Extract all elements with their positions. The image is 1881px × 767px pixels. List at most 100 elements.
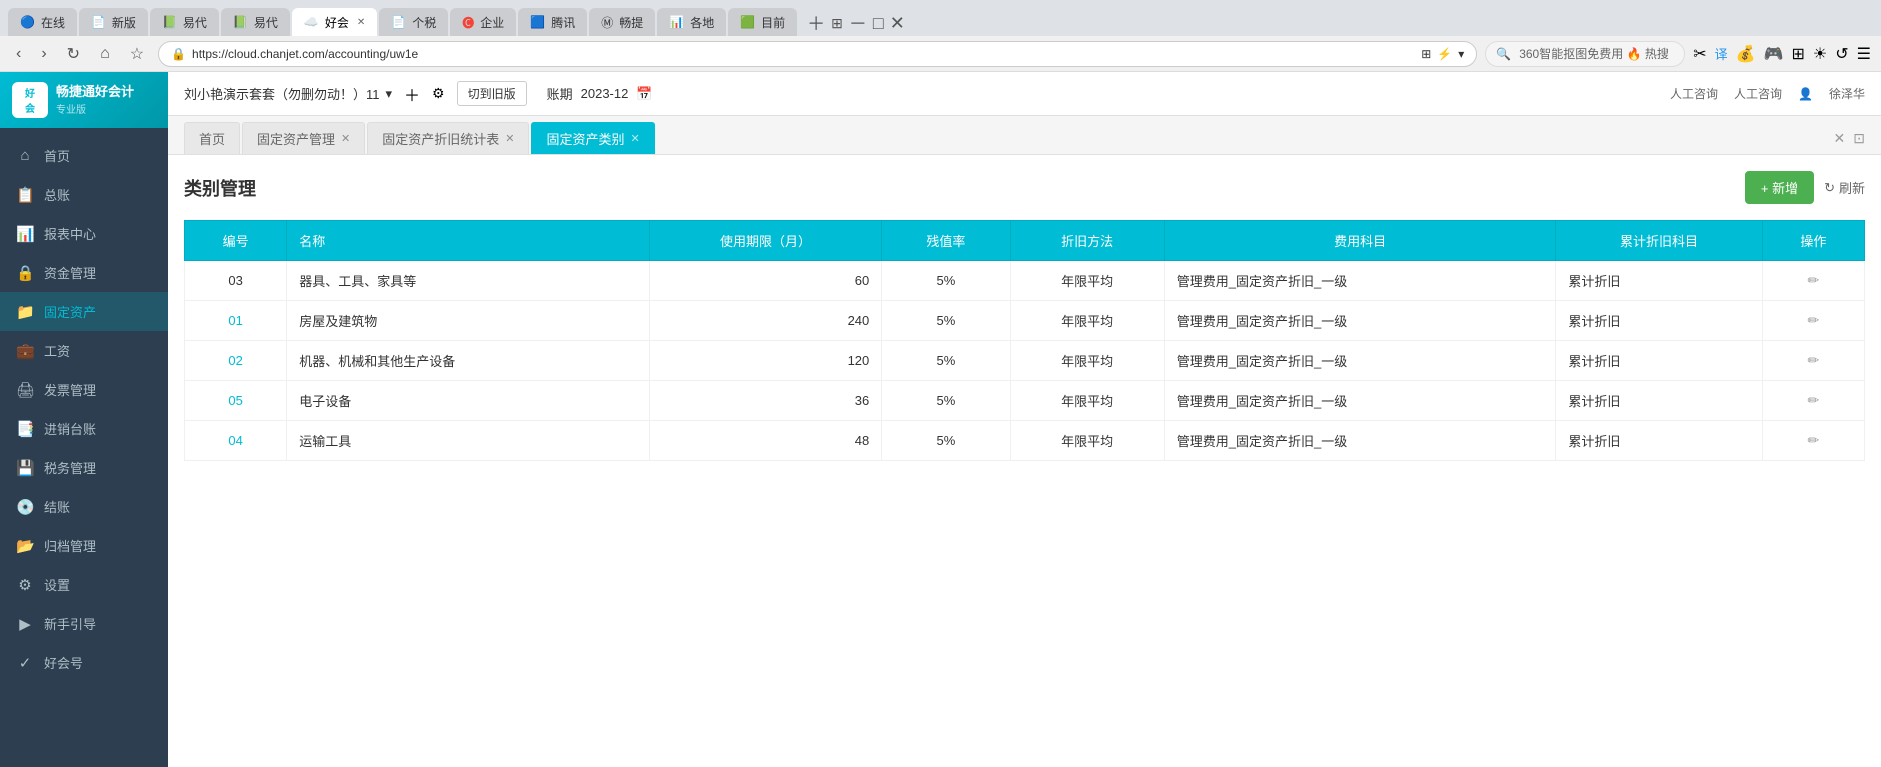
- sidebar-item-payroll[interactable]: 💼 工资: [0, 331, 168, 370]
- qr-icon[interactable]: ⊞: [1421, 47, 1431, 61]
- cell-rate: 5%: [882, 421, 1010, 461]
- edit-icon[interactable]: ✏: [1808, 272, 1820, 288]
- sidebar-item-account[interactable]: ✓ 好会号: [0, 643, 168, 682]
- cell-period: 48: [649, 421, 881, 461]
- sidebar-item-ledger[interactable]: 📋 总账: [0, 175, 168, 214]
- tab-tencent[interactable]: 🟦 腾讯: [518, 8, 587, 36]
- cell-accumulated: 累计折旧: [1556, 261, 1762, 301]
- sidebar-item-archive[interactable]: 📂 归档管理: [0, 526, 168, 565]
- page-tab-depreciation[interactable]: 固定资产折旧统计表 ✕: [367, 122, 529, 154]
- table-row: 02 机器、机械和其他生产设备 120 5% 年限平均 管理费用_固定资产折旧_…: [185, 341, 1865, 381]
- close-tab-category-icon[interactable]: ✕: [631, 132, 640, 145]
- sidebar-item-purchase[interactable]: 📑 进销台账: [0, 409, 168, 448]
- tab-gedi[interactable]: 📊 各地: [657, 8, 726, 36]
- menu-icon[interactable]: ⊞: [831, 15, 843, 32]
- coin-icon[interactable]: 💰: [1736, 44, 1756, 64]
- close-tab-depreciation-icon[interactable]: ✕: [505, 132, 514, 145]
- tab-yidai2[interactable]: 📗 易代: [221, 8, 290, 36]
- cell-name: 房屋及建筑物: [287, 301, 650, 341]
- tab-enterprise[interactable]: 🅒 企业: [450, 8, 516, 36]
- tab-online[interactable]: 🔵 在线: [8, 8, 77, 36]
- cell-accumulated: 累计折旧: [1556, 341, 1762, 381]
- home-button[interactable]: ⌂: [94, 43, 116, 65]
- cell-action: ✏: [1762, 421, 1864, 461]
- tab-hao[interactable]: ☁️ 好会 ✕: [292, 8, 377, 36]
- tab-yidai1[interactable]: 📗 易代: [150, 8, 219, 36]
- cell-rate: 5%: [882, 261, 1010, 301]
- reload-button[interactable]: ↻: [61, 42, 86, 66]
- add-button[interactable]: + 新增: [1745, 171, 1814, 204]
- grid-icon[interactable]: ⊞: [1792, 44, 1805, 64]
- sidebar-item-tax[interactable]: 💾 税务管理: [0, 448, 168, 487]
- search-placeholder: 360智能抠图免费用 🔥 热搜: [1519, 45, 1669, 62]
- sidebar-nav: ⌂ 首页 📋 总账 📊 报表中心 🔒 资金管理 📁 固定资产 💼 工资: [0, 128, 168, 767]
- close-window-icon[interactable]: ✕: [890, 13, 905, 34]
- expand-tabs-icon[interactable]: ⊡: [1853, 130, 1865, 147]
- scissors-icon[interactable]: ✂: [1693, 44, 1706, 64]
- calendar-icon[interactable]: 📅: [636, 86, 652, 102]
- dropdown-icon[interactable]: ▾: [1458, 47, 1464, 61]
- user-avatar: 👤: [1798, 87, 1813, 101]
- account-icon: ✓: [16, 654, 34, 672]
- sidebar-item-home[interactable]: ⌂ 首页: [0, 136, 168, 175]
- page-title: 类别管理: [184, 175, 256, 201]
- minimize-icon[interactable]: －: [849, 10, 867, 36]
- game-icon[interactable]: 🎮: [1764, 44, 1784, 64]
- sidebar-item-closing[interactable]: 💿 结账: [0, 487, 168, 526]
- settings-cog-icon[interactable]: ⚙: [432, 85, 445, 102]
- table-row: 05 电子设备 36 5% 年限平均 管理费用_固定资产折旧_一级 累计折旧 ✏: [185, 381, 1865, 421]
- add-tab-button[interactable]: ＋: [807, 10, 825, 36]
- sidebar-item-funds[interactable]: 🔒 资金管理: [0, 253, 168, 292]
- edit-icon[interactable]: ✏: [1808, 432, 1820, 448]
- page-tab-home[interactable]: 首页: [184, 122, 240, 154]
- translate-icon[interactable]: 译: [1715, 44, 1728, 63]
- close-tab-asset-mgmt-icon[interactable]: ✕: [341, 132, 350, 145]
- cell-accumulated: 累计折旧: [1556, 301, 1762, 341]
- boost-icon[interactable]: ⚡: [1437, 47, 1452, 61]
- search-icon: 🔍: [1496, 47, 1511, 61]
- purchase-icon: 📑: [16, 420, 34, 438]
- back-button[interactable]: ‹: [10, 43, 27, 65]
- maximize-icon[interactable]: □: [873, 13, 884, 34]
- sidebar-item-invoice[interactable]: 🖨 发票管理: [0, 370, 168, 409]
- tab-changti[interactable]: Ⓜ 畅提: [589, 8, 655, 36]
- refresh-button[interactable]: ↻ 刷新: [1824, 178, 1865, 197]
- tab-close-icon[interactable]: ✕: [357, 17, 365, 28]
- page-tab-asset-mgmt[interactable]: 固定资产管理 ✕: [242, 122, 365, 154]
- bookmark-button[interactable]: ☆: [124, 42, 150, 66]
- company-dropdown-icon[interactable]: ▾: [386, 86, 393, 102]
- period-value: 2023-12: [581, 86, 629, 101]
- tab-tax[interactable]: 📄 个税: [379, 8, 448, 36]
- address-text: https://cloud.chanjet.com/accounting/uw1…: [192, 47, 1415, 61]
- cell-action: ✏: [1762, 261, 1864, 301]
- undo-icon[interactable]: ↺: [1835, 44, 1848, 64]
- edit-icon[interactable]: ✏: [1808, 352, 1820, 368]
- tab-muqian[interactable]: 🟩 目前: [728, 8, 797, 36]
- cell-period: 60: [649, 261, 881, 301]
- sidebar-item-settings[interactable]: ⚙ 设置: [0, 565, 168, 604]
- page-tabs: 首页 固定资产管理 ✕ 固定资产折旧统计表 ✕ 固定资产类别 ✕ ✕ ⊡: [168, 116, 1881, 155]
- add-company-icon[interactable]: ＋: [404, 82, 420, 106]
- home-icon: ⌂: [16, 147, 34, 164]
- cell-method: 年限平均: [1010, 301, 1164, 341]
- settings-menu-icon: ⚙: [16, 576, 34, 594]
- close-all-tabs-icon[interactable]: ✕: [1834, 130, 1846, 147]
- cell-expense: 管理费用_固定资产折旧_一级: [1164, 341, 1556, 381]
- cell-accumulated: 累计折旧: [1556, 381, 1762, 421]
- sidebar-item-assets[interactable]: 📁 固定资产: [0, 292, 168, 331]
- table-header: 编号 名称 使用期限（月） 残值率 折旧方法 费用科目 累计折旧科目 操作: [185, 221, 1865, 261]
- service-label[interactable]: 人工咨询: [1670, 85, 1718, 102]
- sidebar-item-reports[interactable]: 📊 报表中心: [0, 214, 168, 253]
- page-tab-category[interactable]: 固定资产类别 ✕: [531, 122, 654, 154]
- edit-icon[interactable]: ✏: [1808, 392, 1820, 408]
- edit-icon[interactable]: ✏: [1808, 312, 1820, 328]
- invoice-icon: 🖨: [16, 381, 34, 399]
- sun-icon[interactable]: ☀: [1813, 44, 1827, 64]
- settings-icon[interactable]: ☰: [1857, 44, 1871, 64]
- sidebar-item-guide[interactable]: ▶ 新手引导: [0, 604, 168, 643]
- guide-icon: ▶: [16, 615, 34, 633]
- switch-version-button[interactable]: 切到旧版: [457, 81, 527, 106]
- cell-name: 运输工具: [287, 421, 650, 461]
- forward-button[interactable]: ›: [35, 43, 52, 65]
- tab-new[interactable]: 📄 新版: [79, 8, 148, 36]
